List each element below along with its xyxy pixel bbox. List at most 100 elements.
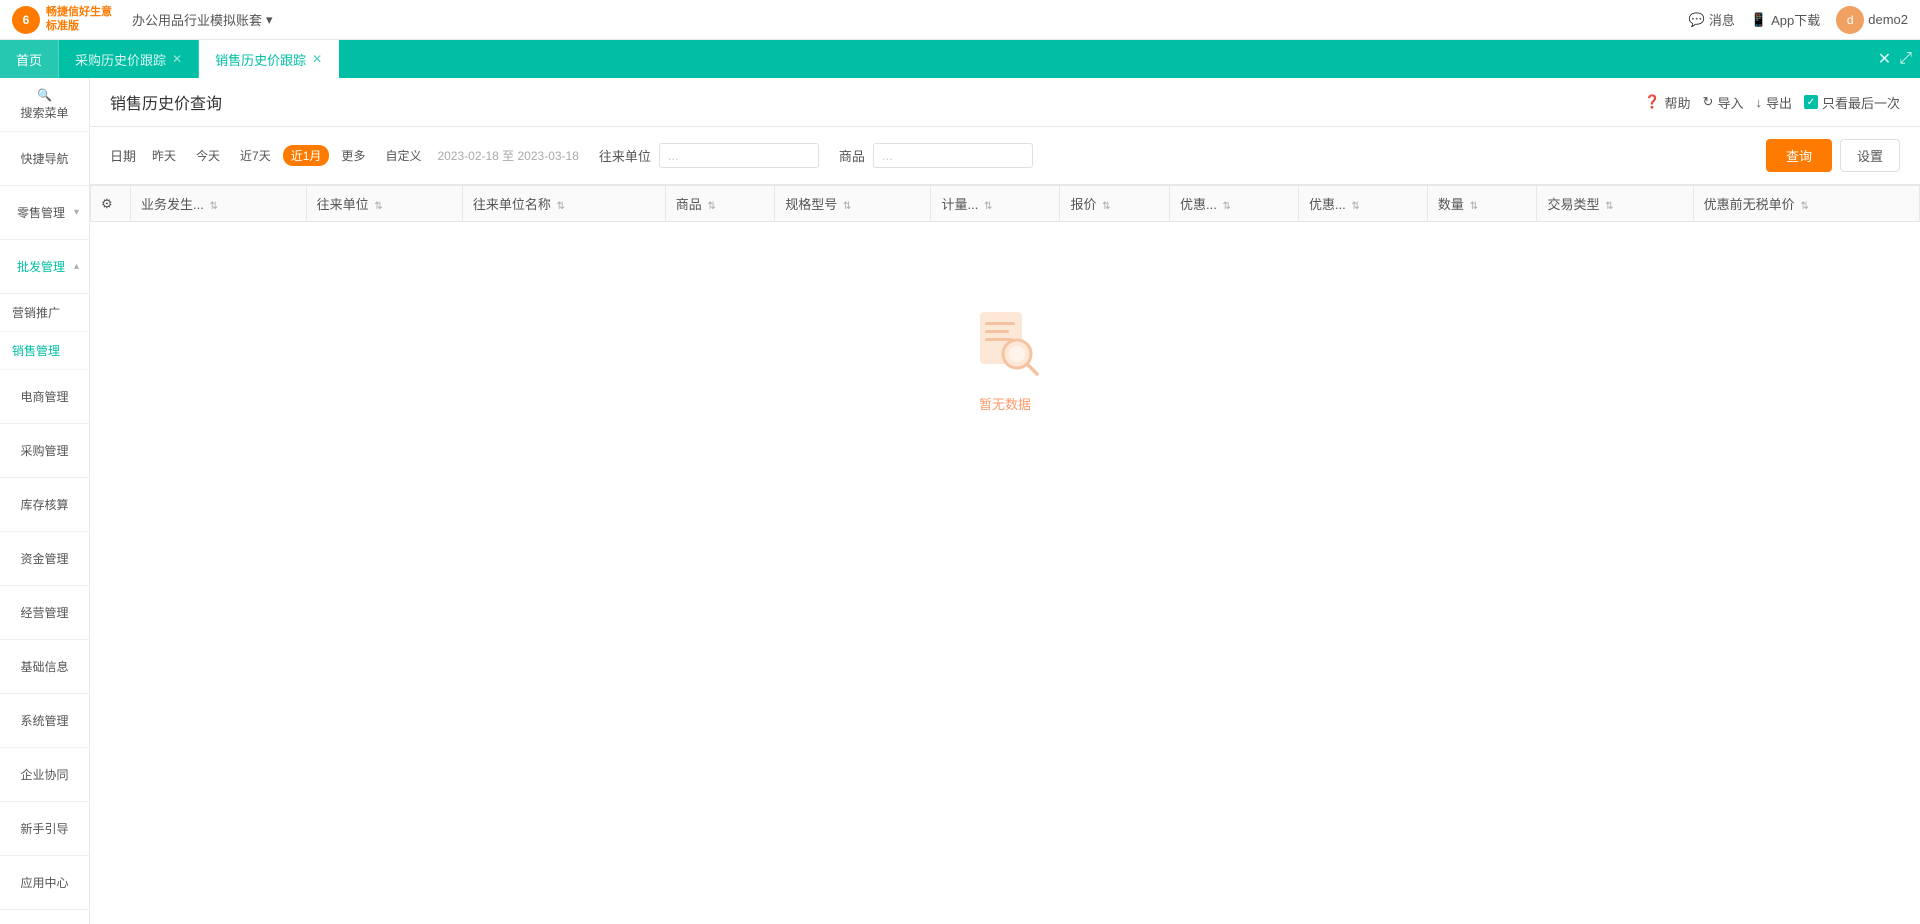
date-1month[interactable]: 近1月	[283, 145, 330, 166]
column-trade-type[interactable]: 交易类型 ⇅	[1537, 186, 1693, 222]
sidebar-item-quick-nav[interactable]: 快捷导航	[0, 132, 89, 186]
sidebar-item-basic-info[interactable]: 基础信息	[0, 640, 89, 694]
sidebar-item-system[interactable]: 系统管理	[0, 694, 89, 748]
app-selector[interactable]: 办公用品行业模拟账套 ▾	[132, 10, 273, 29]
search-icon: 🔍	[37, 88, 52, 102]
purchase-tab-label: 采购历史价跟踪	[75, 50, 166, 69]
tab-home[interactable]: 首页	[0, 40, 59, 78]
sidebar-item-sales[interactable]: 销售管理	[0, 332, 89, 370]
product-filter-input[interactable]: ...	[873, 143, 1033, 168]
import-icon: ↻	[1703, 94, 1714, 110]
maximize-icon[interactable]: ⤢	[1899, 50, 1912, 68]
column-quote[interactable]: 报价 ⇅	[1060, 186, 1170, 222]
setting-button[interactable]: 设置	[1840, 139, 1900, 172]
date-custom[interactable]: 自定义	[377, 145, 429, 166]
date-filter-label: 日期	[110, 146, 136, 165]
only-last-checkbox[interactable]	[1804, 95, 1818, 109]
sidebar-item-operations[interactable]: 经营管理	[0, 586, 89, 640]
col-product-label: 商品	[676, 197, 702, 212]
date-yesterday[interactable]: 昨天	[144, 145, 184, 166]
tab-sales-history[interactable]: 销售历史价跟踪 ✕	[199, 40, 339, 78]
sidebar-item-marketing[interactable]: 营销推广	[0, 294, 89, 332]
tab-purchase-history[interactable]: 采购历史价跟踪 ✕	[59, 40, 199, 78]
column-discount1[interactable]: 优惠... ⇅	[1169, 186, 1298, 222]
col-discount2-label: 优惠...	[1309, 197, 1346, 212]
col-discount1-label: 优惠...	[1180, 197, 1217, 212]
date-today[interactable]: 今天	[188, 145, 228, 166]
sort-icon: ⇅	[1470, 201, 1478, 212]
top-header: 6 畅捷信好生意 标准版 办公用品行业模拟账套 ▾ 💬 消息 📱 App下载 d…	[0, 0, 1920, 40]
export-action[interactable]: ↓ 导出	[1755, 93, 1792, 112]
column-quantity[interactable]: 数量 ⇅	[1427, 186, 1537, 222]
sidebar-item-guide[interactable]: 新手引导	[0, 802, 89, 856]
message-action[interactable]: 💬 消息	[1689, 10, 1735, 29]
purchase-tab-close[interactable]: ✕	[172, 52, 182, 66]
sort-icon: ⇅	[374, 201, 382, 212]
sidebar-item-finance[interactable]: 资金管理	[0, 532, 89, 586]
filter-actions: 查询 设置	[1766, 139, 1900, 172]
download-icon: 📱	[1751, 12, 1767, 28]
date-range-text: 2023-02-18 至 2023-03-18	[437, 147, 578, 164]
col-trade-type-label: 交易类型	[1547, 197, 1599, 212]
table-header-row: ⚙ 业务发生... ⇅ 往来单位 ⇅ 往来单位名称 ⇅	[91, 186, 1920, 222]
query-button[interactable]: 查询	[1766, 139, 1832, 172]
partner-input-placeholder: ...	[668, 148, 679, 163]
sidebar-item-retail[interactable]: 零售管理 ▾	[0, 186, 89, 240]
sidebar-item-wholesale[interactable]: 批发管理 ▴	[0, 240, 89, 294]
sort-icon: ⇅	[209, 201, 217, 212]
help-action[interactable]: ❓ 帮助	[1644, 93, 1690, 112]
column-partner-name[interactable]: 往来单位名称 ⇅	[462, 186, 665, 222]
header-right: 💬 消息 📱 App下载 d demo2	[1689, 6, 1908, 34]
import-action[interactable]: ↻ 导入	[1703, 93, 1744, 112]
content-area: 销售历史价查询 ❓ 帮助 ↻ 导入 ↓ 导出	[90, 78, 1920, 924]
column-pre-tax-price[interactable]: 优惠前无税单价 ⇅	[1693, 186, 1919, 222]
sales-tab-close[interactable]: ✕	[312, 52, 322, 66]
tab-bar: 首页 采购历史价跟踪 ✕ 销售历史价跟踪 ✕ ✕ ⤢	[0, 40, 1920, 78]
column-unit[interactable]: 计量... ⇅	[931, 186, 1060, 222]
column-spec[interactable]: 规格型号 ⇅	[775, 186, 931, 222]
col-quantity-label: 数量	[1438, 197, 1464, 212]
column-gear[interactable]: ⚙	[91, 186, 131, 222]
user-profile[interactable]: d demo2	[1836, 6, 1908, 34]
empty-illustration	[965, 302, 1045, 382]
close-window-icon[interactable]: ✕	[1878, 49, 1891, 69]
date-more[interactable]: 更多	[333, 145, 373, 166]
sidebar-item-inventory[interactable]: 库存核算	[0, 478, 89, 532]
col-pre-tax-price-label: 优惠前无税单价	[1704, 197, 1795, 212]
column-date[interactable]: 业务发生... ⇅	[131, 186, 307, 222]
sidebar-item-search-menu[interactable]: 🔍 搜索菜单	[0, 78, 89, 132]
column-product[interactable]: 商品 ⇅	[665, 186, 775, 222]
page-header-actions: ❓ 帮助 ↻ 导入 ↓ 导出 只看最后一次	[1644, 93, 1900, 124]
sidebar-item-enterprise[interactable]: 企业协同	[0, 748, 89, 802]
chevron-down-icon: ▾	[74, 207, 79, 218]
date-options: 昨天 今天 近7天 近1月 更多 自定义	[144, 145, 429, 166]
partner-filter-input[interactable]: ...	[659, 143, 819, 168]
col-partner-code-label: 往来单位	[317, 197, 369, 212]
column-discount2[interactable]: 优惠... ⇅	[1298, 186, 1427, 222]
only-last-action[interactable]: 只看最后一次	[1804, 93, 1900, 112]
product-filter-label: 商品	[839, 146, 865, 165]
sort-icon: ⇅	[1605, 201, 1613, 212]
sidebar-item-purchase[interactable]: 采购管理	[0, 424, 89, 478]
sort-icon: ⇅	[984, 201, 992, 212]
sort-icon: ⇅	[1351, 201, 1359, 212]
date-7days[interactable]: 近7天	[232, 145, 279, 166]
sidebar-item-ecommerce[interactable]: 电商管理	[0, 370, 89, 424]
col-partner-name-label: 往来单位名称	[473, 197, 551, 212]
page: 销售历史价查询 ❓ 帮助 ↻ 导入 ↓ 导出	[90, 78, 1920, 924]
sidebar: 🔍 搜索菜单 快捷导航 零售管理 ▾ 批发管理 ▴ 营销推广 销售管理 电商管理	[0, 78, 90, 924]
logo-area: 6 畅捷信好生意 标准版	[12, 6, 112, 34]
avatar: d	[1836, 6, 1864, 34]
sort-icon: ⇅	[1800, 201, 1808, 212]
chevron-down-icon: ▾	[266, 12, 273, 28]
help-icon: ❓	[1644, 94, 1660, 110]
app-download-action[interactable]: 📱 App下载	[1751, 10, 1820, 29]
col-spec-label: 规格型号	[785, 197, 837, 212]
chevron-up-icon: ▴	[74, 261, 79, 272]
sidebar-item-app-center[interactable]: 应用中心	[0, 856, 89, 910]
empty-text: 暂无数据	[979, 394, 1031, 413]
column-partner-code[interactable]: 往来单位 ⇅	[306, 186, 462, 222]
sidebar-item-wechat[interactable]: 企业微信	[0, 910, 89, 924]
data-table: ⚙ 业务发生... ⇅ 往来单位 ⇅ 往来单位名称 ⇅	[90, 185, 1920, 222]
home-tab-label: 首页	[16, 50, 42, 69]
